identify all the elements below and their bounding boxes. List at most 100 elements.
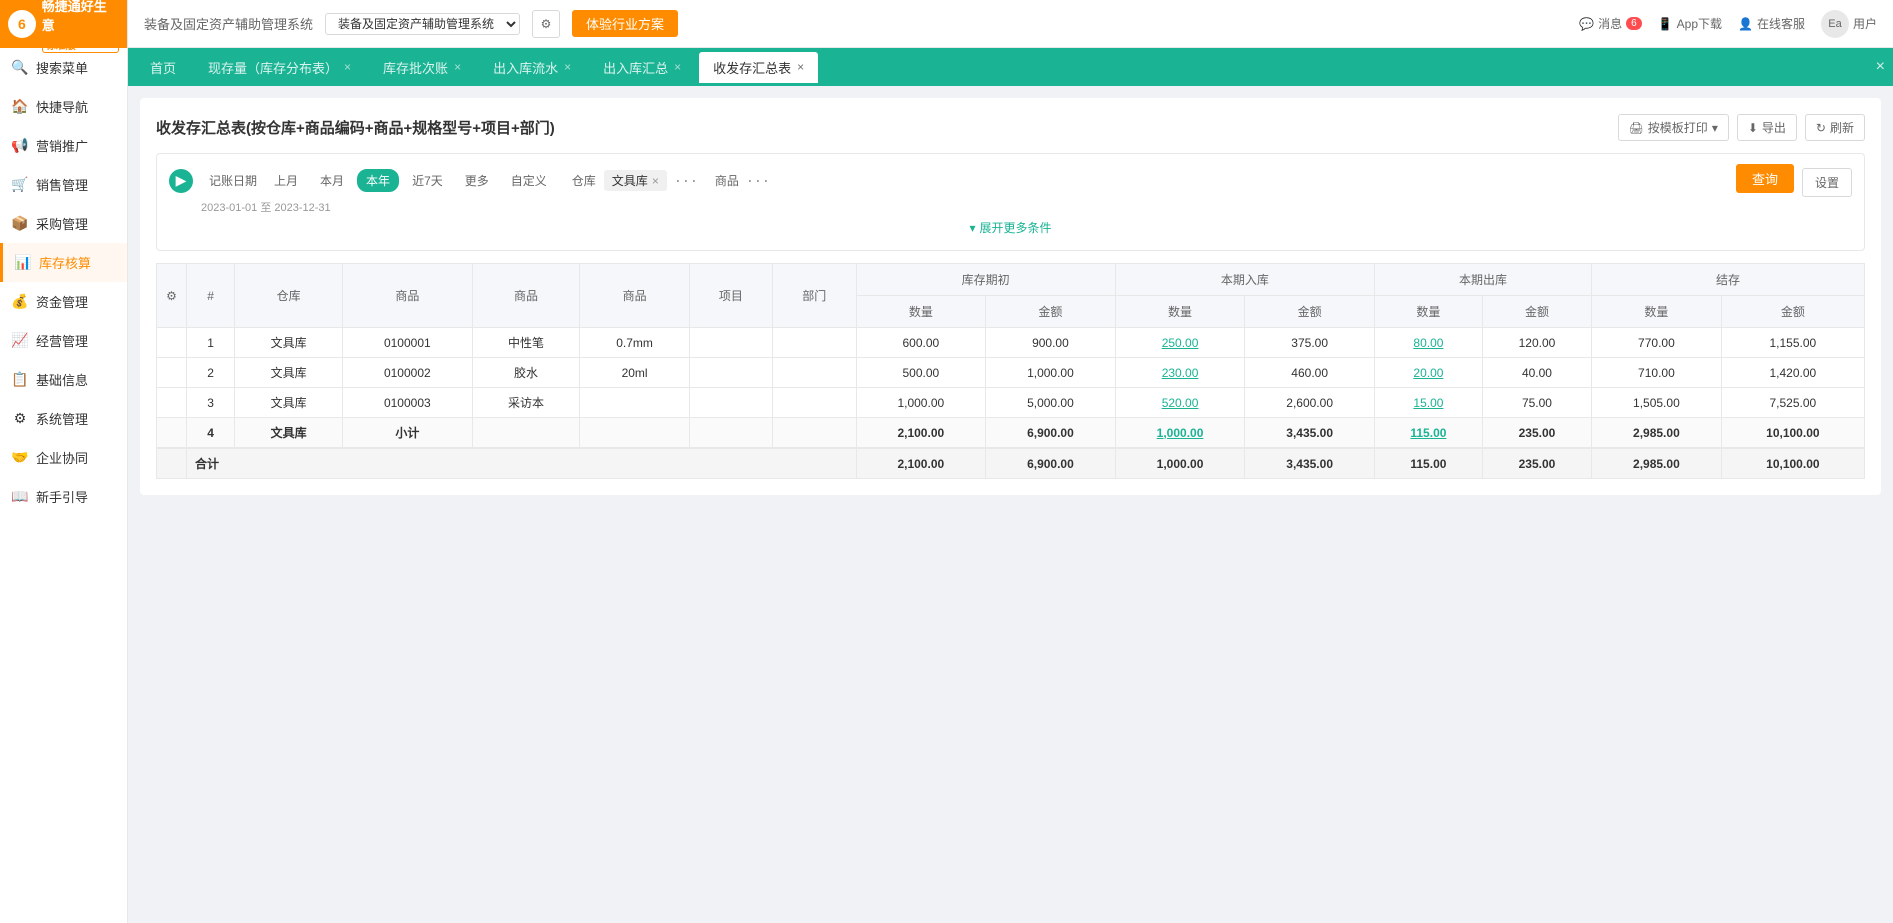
export-button[interactable]: ⬇ 导出 — [1737, 114, 1797, 141]
sidebar-item-label: 快捷导航 — [36, 97, 88, 116]
total-out-qty: 115.00 — [1374, 448, 1482, 479]
sidebar-item-finance[interactable]: 💰 资金管理 — [0, 282, 127, 321]
sidebar-item-purchase[interactable]: 📦 采购管理 — [0, 204, 127, 243]
trial-button[interactable]: 体验行业方案 — [572, 10, 678, 37]
row-goods-name: 中性笔 — [472, 328, 580, 358]
service-icon: 👤 — [1738, 17, 1753, 31]
tab-batch[interactable]: 库存批次账 × — [369, 52, 475, 83]
subtotal-no: 4 — [187, 418, 235, 449]
sidebar-item-sales[interactable]: 🛒 销售管理 — [0, 165, 127, 204]
warehouse-tag-remove-icon[interactable]: × — [652, 174, 659, 188]
subtotal-row: 4 文具库 小计 2,100.00 6,900.00 1,000.00 3,43… — [157, 418, 1865, 449]
sidebar-item-search[interactable]: 🔍 搜索菜单 — [0, 48, 127, 87]
app-name: 畅捷通好生意 — [42, 0, 119, 34]
tab-close-icon[interactable]: × — [674, 60, 681, 74]
sidebar-item-quick-nav[interactable]: 🏠 快捷导航 — [0, 87, 127, 126]
tab-home[interactable]: 首页 — [136, 52, 190, 83]
row-in-qty-link[interactable]: 520.00 — [1162, 396, 1199, 410]
date-prev-month-btn[interactable]: 上月 — [265, 169, 307, 192]
query-button[interactable]: 查询 — [1736, 164, 1794, 193]
table-row: 2 文具库 0100002 胶水 20ml 500.00 1,000.00 23… — [157, 358, 1865, 388]
row-out-qty-link[interactable]: 15.00 — [1413, 396, 1443, 410]
message-button[interactable]: 💬 消息 6 — [1579, 15, 1642, 32]
filter-area: ▶ 记账日期 上月 本月 本年 近7天 更多 自定义 仓库 — [156, 153, 1865, 251]
date-custom-btn[interactable]: 自定义 — [502, 169, 556, 192]
col-closing-qty: 数量 — [1592, 296, 1722, 328]
date-this-year-btn[interactable]: 本年 — [357, 169, 399, 192]
row-project — [689, 358, 772, 388]
goods-more-icon[interactable]: ··· — [747, 170, 771, 191]
chevron-down-icon: ▾ — [1712, 121, 1718, 135]
row-no: 3 — [187, 388, 235, 418]
sidebar-item-inventory[interactable]: 📊 库存核算 — [0, 243, 127, 282]
user-label: 用户 — [1853, 15, 1877, 32]
row-closing-qty: 770.00 — [1592, 328, 1722, 358]
tab-close-active-icon[interactable]: × — [797, 60, 804, 74]
total-opening-qty: 2,100.00 — [856, 448, 986, 479]
sidebar-item-marketing[interactable]: 📢 营销推广 — [0, 126, 127, 165]
total-in-amount: 3,435.00 — [1245, 448, 1375, 479]
row-project — [689, 388, 772, 418]
row-in-amount: 2,600.00 — [1245, 388, 1375, 418]
app-download-button[interactable]: 📱 App下载 — [1658, 15, 1722, 32]
sidebar-item-label: 企业协同 — [36, 448, 88, 467]
tab-inventory-dist[interactable]: 现存量（库存分布表） × — [194, 52, 365, 83]
tab-label: 现存量（库存分布表） — [208, 58, 338, 77]
tab-close-icon[interactable]: × — [344, 60, 351, 74]
subtotal-opening-qty: 2,100.00 — [856, 418, 986, 449]
sidebar-item-cooperation[interactable]: 🤝 企业协同 — [0, 438, 127, 477]
row-department — [773, 358, 856, 388]
user-menu[interactable]: Ea 用户 — [1821, 10, 1877, 38]
subtotal-in-qty-link[interactable]: 1,000.00 — [1157, 426, 1204, 440]
row-goods-spec — [580, 388, 689, 418]
print-button[interactable]: 🖨 按模板打印 ▾ — [1618, 114, 1729, 141]
row-closing-qty: 1,505.00 — [1592, 388, 1722, 418]
close-all-tabs-icon[interactable]: × — [1876, 58, 1885, 76]
total-closing-qty: 2,985.00 — [1592, 448, 1722, 479]
row-out-qty-link[interactable]: 80.00 — [1413, 336, 1443, 350]
date-this-month-btn[interactable]: 本月 — [311, 169, 353, 192]
date-last7-btn[interactable]: 近7天 — [403, 169, 452, 192]
refresh-icon: ↻ — [1816, 121, 1826, 135]
subtotal-closing-qty: 2,985.00 — [1592, 418, 1722, 449]
setting-button[interactable]: 设置 — [1802, 168, 1852, 197]
sidebar-item-guide[interactable]: 📖 新手引导 — [0, 477, 127, 516]
page-header: 收发存汇总表(按仓库+商品编码+商品+规格型号+项目+部门) 🖨 按模板打印 ▾… — [156, 114, 1865, 141]
subtotal-out-qty-link[interactable]: 115.00 — [1410, 426, 1446, 440]
row-goods-spec: 0.7mm — [580, 328, 689, 358]
sidebar-item-system[interactable]: ⚙ 系统管理 — [0, 399, 127, 438]
goods-filter-label: 商品 — [715, 172, 739, 189]
row-out-qty-link[interactable]: 20.00 — [1413, 366, 1443, 380]
row-out-amount: 40.00 — [1482, 358, 1591, 388]
date-more-btn[interactable]: 更多 — [456, 169, 498, 192]
system-selector[interactable]: 装备及固定资产辅助管理系统 — [325, 13, 520, 35]
row-department — [773, 328, 856, 358]
col-header-department: 部门 — [773, 264, 856, 328]
row-goods-name: 采访本 — [472, 388, 580, 418]
row-in-qty-link[interactable]: 250.00 — [1162, 336, 1199, 350]
sidebar-item-label: 经营管理 — [36, 331, 88, 350]
settings-button[interactable]: ⚙ — [532, 10, 560, 38]
online-service-button[interactable]: 👤 在线客服 — [1738, 15, 1805, 32]
cooperation-icon: 🤝 — [12, 450, 28, 466]
warehouse-more-icon[interactable]: ··· — [675, 170, 699, 191]
tab-recv-summary[interactable]: 收发存汇总表 × — [699, 52, 818, 83]
table-settings-icon[interactable]: ⚙ — [157, 264, 187, 328]
expand-conditions-button[interactable]: ▾ 展开更多条件 — [169, 215, 1852, 240]
row-warehouse: 文具库 — [235, 328, 343, 358]
refresh-button[interactable]: ↻ 刷新 — [1805, 114, 1865, 141]
tab-inout-flow[interactable]: 出入库流水 × — [479, 52, 585, 83]
col-out-qty: 数量 — [1374, 296, 1482, 328]
system-icon: ⚙ — [12, 411, 28, 427]
tab-close-icon[interactable]: × — [564, 60, 571, 74]
search-icon: 🔍 — [12, 60, 28, 76]
filter-toggle-button[interactable]: ▶ — [169, 169, 193, 193]
sidebar-item-label: 销售管理 — [36, 175, 88, 194]
sidebar-item-basic-info[interactable]: 📋 基础信息 — [0, 360, 127, 399]
sidebar-item-operations[interactable]: 📈 经营管理 — [0, 321, 127, 360]
tab-inout-summary[interactable]: 出入库汇总 × — [589, 52, 695, 83]
phone-icon: 📱 — [1658, 17, 1673, 31]
row-in-qty-link[interactable]: 230.00 — [1162, 366, 1199, 380]
total-closing-amount: 10,100.00 — [1721, 448, 1864, 479]
tab-close-icon[interactable]: × — [454, 60, 461, 74]
